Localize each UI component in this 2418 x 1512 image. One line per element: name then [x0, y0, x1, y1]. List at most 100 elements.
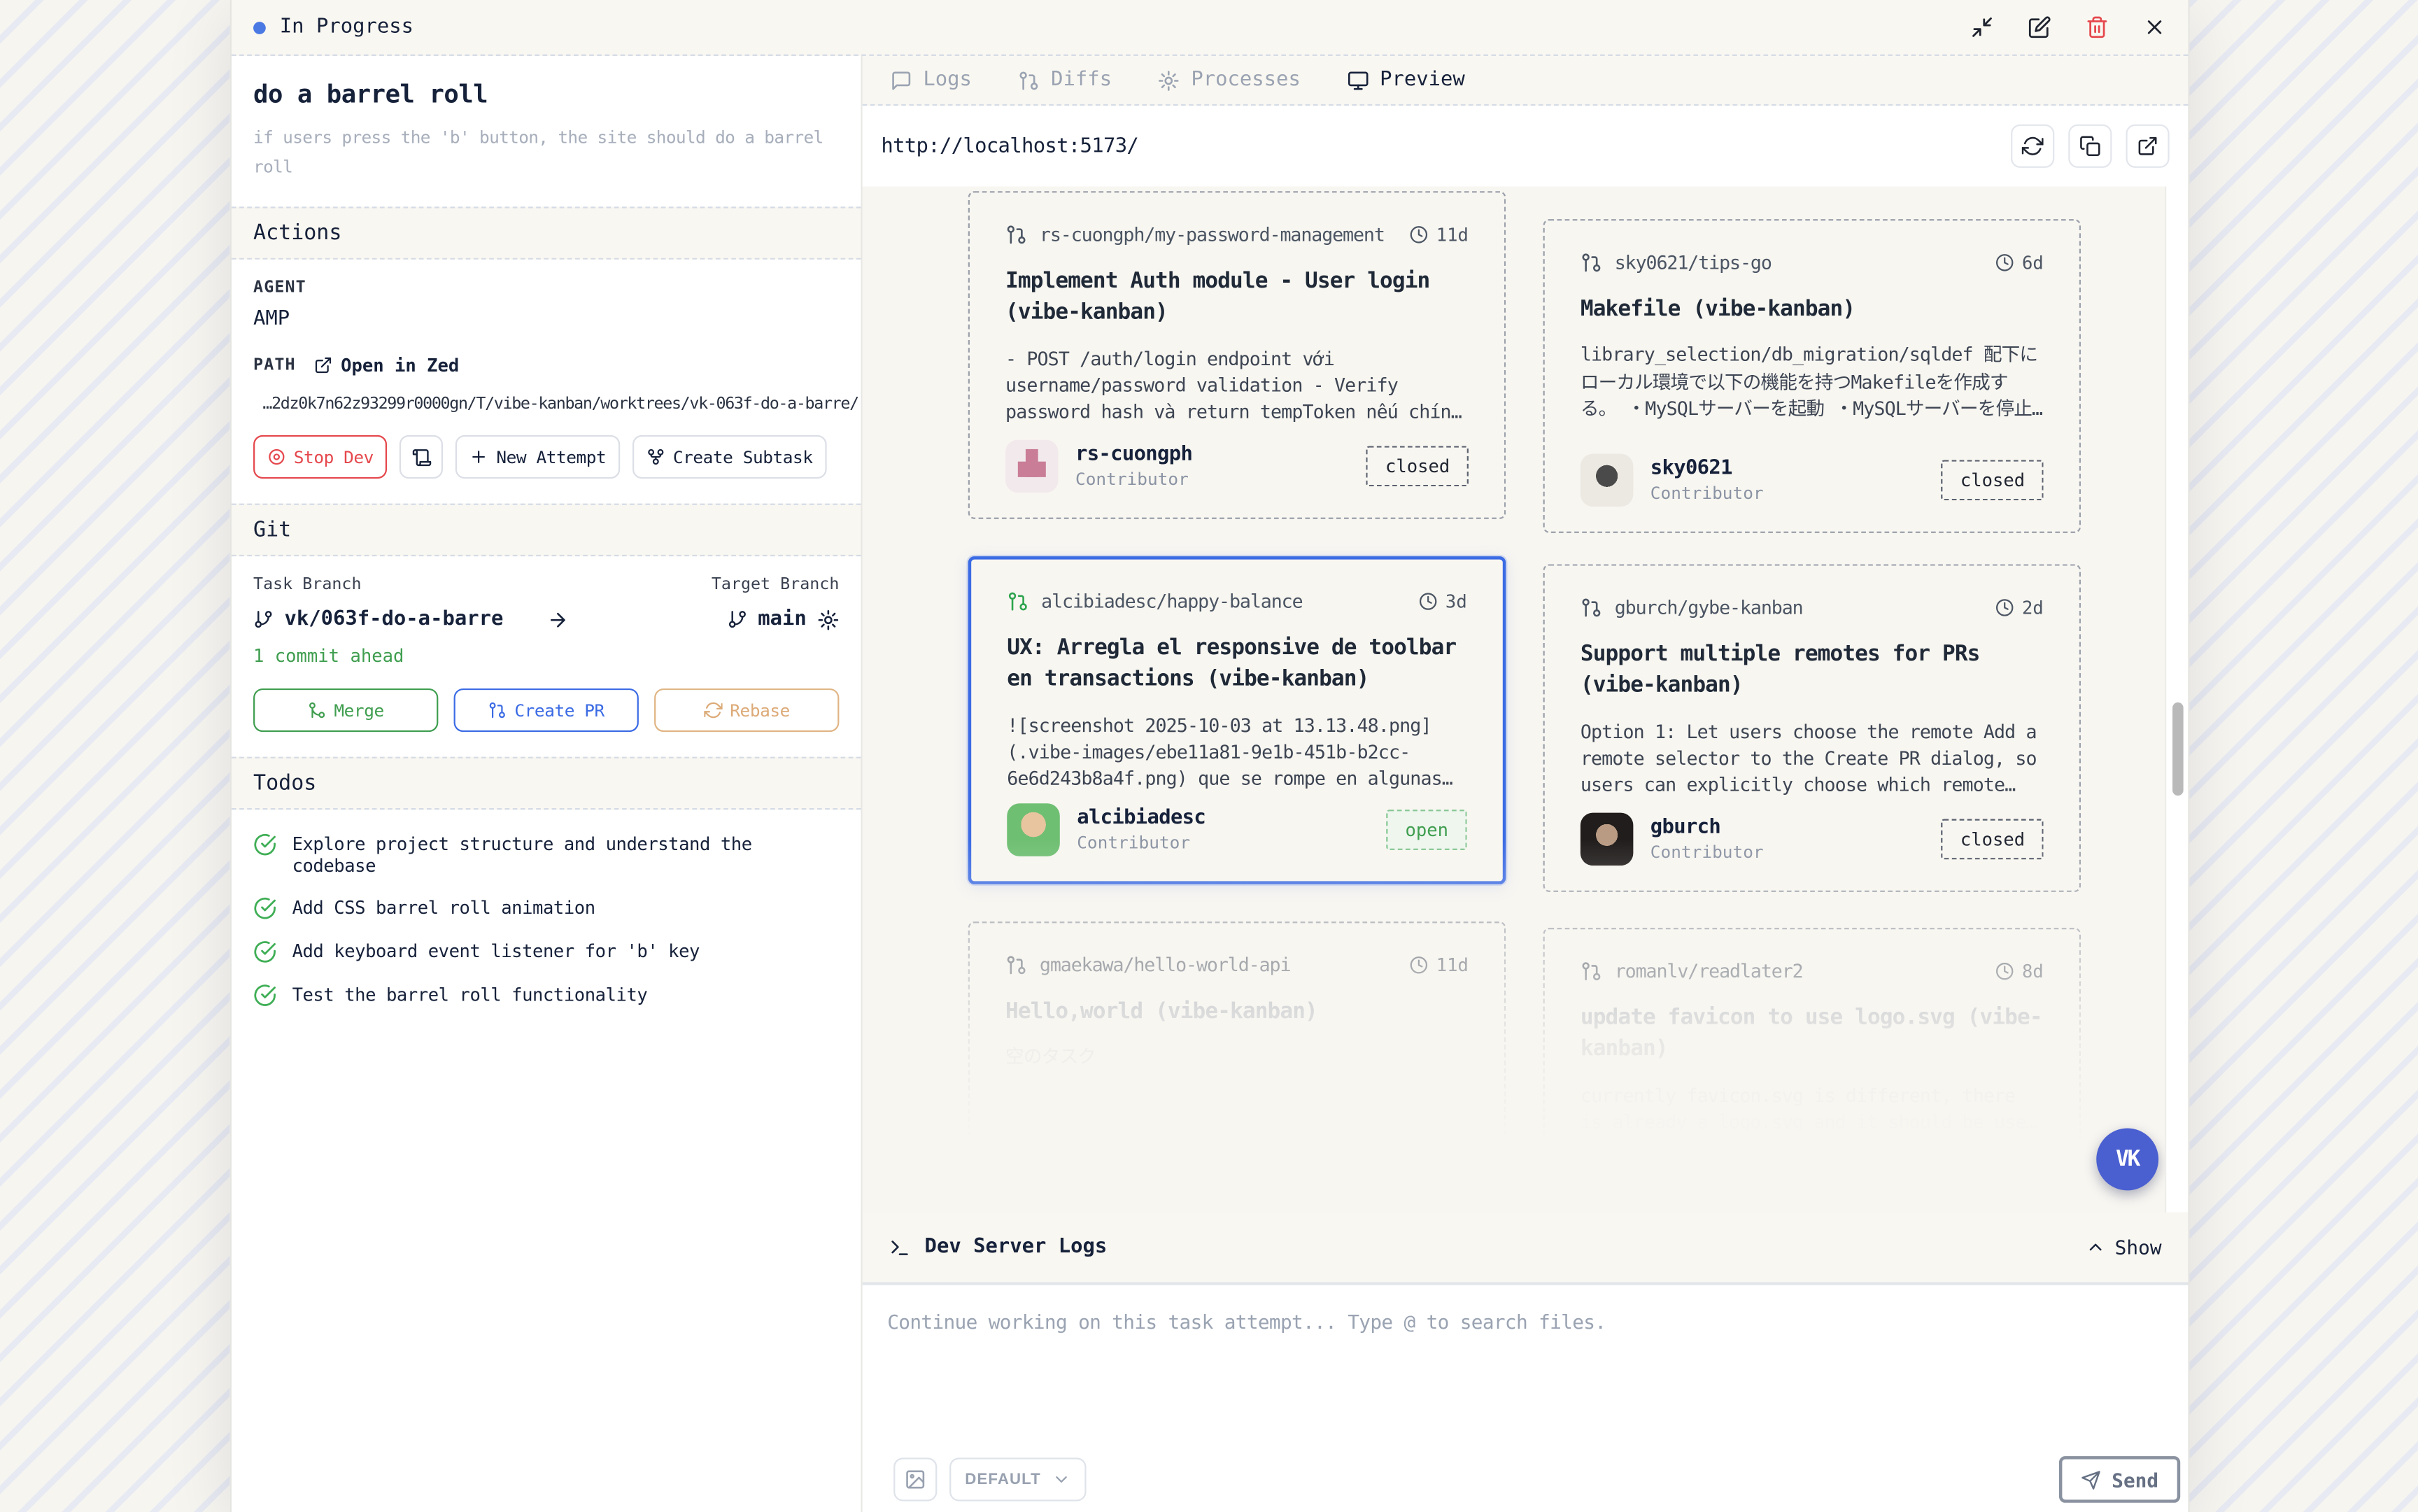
tab-bar: Logs Diffs Processes Preview [862, 55, 2189, 106]
card-description: library_selection/db_migration/sqldef 配下… [1580, 344, 2038, 420]
pull-request-icon [1007, 591, 1028, 612]
copy-url-button[interactable] [2068, 124, 2112, 168]
close-button[interactable] [2143, 15, 2166, 38]
status-badge: open [1386, 810, 1467, 850]
status-badge: closed [1366, 446, 1469, 487]
dev-server-logs-label: Dev Server Logs [924, 1235, 1108, 1259]
tab-logs[interactable]: Logs [891, 69, 972, 92]
card-repo: sky0621/tips-go [1614, 251, 1772, 274]
task-card[interactable]: romanlv/readlater2 8d update favicon to … [1543, 927, 2081, 1213]
edit-task-button[interactable] [2028, 15, 2051, 38]
chevron-up-icon [2085, 1237, 2105, 1257]
vibe-kanban-widget[interactable]: VK [2096, 1128, 2159, 1191]
todos-list: Explore project structure and understand… [232, 810, 861, 1051]
stop-icon [267, 448, 286, 467]
card-repo: alcibiadesc/happy-balance [1041, 591, 1303, 613]
minimize-icon [1970, 15, 1993, 38]
dev-logs-script-button[interactable] [400, 435, 444, 479]
scroll-icon [411, 447, 432, 467]
monitor-icon [1347, 69, 1369, 91]
agent-label: AGENT [253, 278, 306, 298]
card-description: 空のタスク [1005, 1046, 1096, 1068]
dev-server-logs-bar: Dev Server Logs Show [862, 1212, 2189, 1283]
send-button[interactable]: Send [2058, 1456, 2181, 1503]
task-card[interactable]: gmaekawa/hello-world-api 11d Hello,world… [968, 921, 1506, 1213]
plus-icon [470, 448, 489, 467]
todos-section-header: Todos [231, 757, 861, 811]
preview-scrollbar-thumb[interactable] [2172, 702, 2184, 796]
card-age: 11d [1436, 954, 1469, 976]
card-title: Hello,world (vibe-kanban) [1005, 999, 1318, 1024]
card-repo: rs-cuongph/my-password-management [1039, 223, 1385, 246]
fork-icon [646, 448, 665, 467]
card-title: UX: Arregla el responsive de toolbar en … [1007, 635, 1457, 693]
clock-icon [1995, 962, 2014, 981]
preview-url-bar: http://localhost:5173/ [862, 106, 2189, 187]
task-card-selected[interactable]: alcibiadesc/happy-balance 3d UX: Arregla… [968, 556, 1506, 884]
tab-preview[interactable]: Preview [1347, 69, 1465, 92]
trash-icon [2086, 15, 2109, 38]
worktree-path: …2dz0k7n62z93299r0000gn/T/vibe-kanban/wo… [262, 395, 859, 414]
create-pr-button[interactable]: Create PR [453, 688, 639, 733]
actions-section: AGENT AMP PATH Open in Zed …2dz0k7n62z93… [232, 260, 861, 504]
open-in-zed-link[interactable]: Open in Zed [314, 355, 459, 376]
gear-icon [1159, 69, 1180, 91]
delete-task-button[interactable] [2086, 15, 2109, 38]
minimize-button[interactable] [1970, 15, 1993, 38]
branch-settings-gear-icon[interactable] [817, 609, 839, 630]
rebase-button[interactable]: Rebase [654, 688, 840, 733]
card-description: currently favicon.svg is different, ther… [1580, 1084, 2037, 1133]
clock-icon [1995, 598, 2014, 617]
chevron-down-icon [1052, 1470, 1070, 1489]
task-branch-name: vk/063f-do-a-barre [284, 608, 504, 632]
external-link-icon [314, 356, 333, 375]
merge-button[interactable]: Merge [253, 688, 439, 733]
desktop-backdrop: In Progress do a barrel roll if users pr… [0, 0, 2418, 1512]
author-role: Contributor [1650, 483, 1764, 504]
agent-value: AMP [253, 308, 290, 332]
target-branch-name: main [758, 608, 807, 632]
card-age: 2d [2021, 596, 2044, 619]
card-age: 11d [1436, 223, 1469, 246]
stop-dev-button[interactable]: Stop Dev [253, 435, 388, 479]
card-age: 6d [2021, 251, 2044, 274]
card-title: Implement Auth module - User login (vibe… [1005, 269, 1430, 325]
status-dot [253, 20, 266, 34]
terminal-icon [889, 1236, 910, 1258]
open-in-browser-button[interactable] [2126, 124, 2170, 168]
card-title: Support multiple remotes for PRs (vibe-k… [1580, 642, 1981, 698]
path-label: PATH [253, 356, 296, 376]
card-title: Makefile (vibe-kanban) [1580, 297, 1855, 322]
create-subtask-button[interactable]: Create Subtask [632, 435, 827, 479]
card-age: 3d [1445, 591, 1467, 613]
tab-processes[interactable]: Processes [1159, 69, 1301, 92]
image-icon [905, 1469, 926, 1490]
refresh-preview-button[interactable] [2011, 124, 2055, 168]
task-card[interactable]: gburch/gybe-kanban 2d Support multiple r… [1543, 564, 2081, 892]
check-circle-icon [253, 833, 276, 856]
todo-item: Explore project structure and understand… [253, 833, 839, 877]
card-age: 8d [2021, 960, 2044, 982]
task-card[interactable]: sky0621/tips-go 6d Makefile (vibe-kanban… [1543, 219, 2081, 533]
todo-item: Add keyboard event listener for 'b' key [253, 941, 839, 964]
profile-select[interactable]: DEFAULT [949, 1457, 1087, 1502]
external-link-icon [2137, 135, 2158, 157]
clock-icon [1410, 956, 1429, 975]
todo-item: Test the barrel roll functionality [253, 984, 839, 1008]
send-icon [2081, 1469, 2101, 1490]
followup-input[interactable] [887, 1310, 2163, 1444]
task-card[interactable]: rs-cuongph/my-password-management 11d Im… [968, 191, 1506, 519]
git-section: Task Branch Target Branch vk/063f-do-a-b… [232, 557, 861, 758]
refresh-icon [2022, 135, 2044, 157]
preview-scrollbar-track [2164, 186, 2189, 1213]
attach-image-button[interactable] [893, 1457, 938, 1502]
tab-diffs[interactable]: Diffs [1019, 69, 1112, 92]
preview-url[interactable]: http://localhost:5173/ [881, 134, 1138, 157]
pull-request-icon [1581, 252, 1602, 274]
show-logs-toggle[interactable]: Show [2085, 1236, 2162, 1259]
avatar [1007, 803, 1060, 856]
card-description: - POST /auth/login endpoint với username… [1005, 347, 1462, 423]
new-attempt-button[interactable]: New Attempt [455, 435, 621, 479]
author-role: Contributor [1650, 842, 1764, 863]
chat-bubble-icon [891, 69, 912, 91]
